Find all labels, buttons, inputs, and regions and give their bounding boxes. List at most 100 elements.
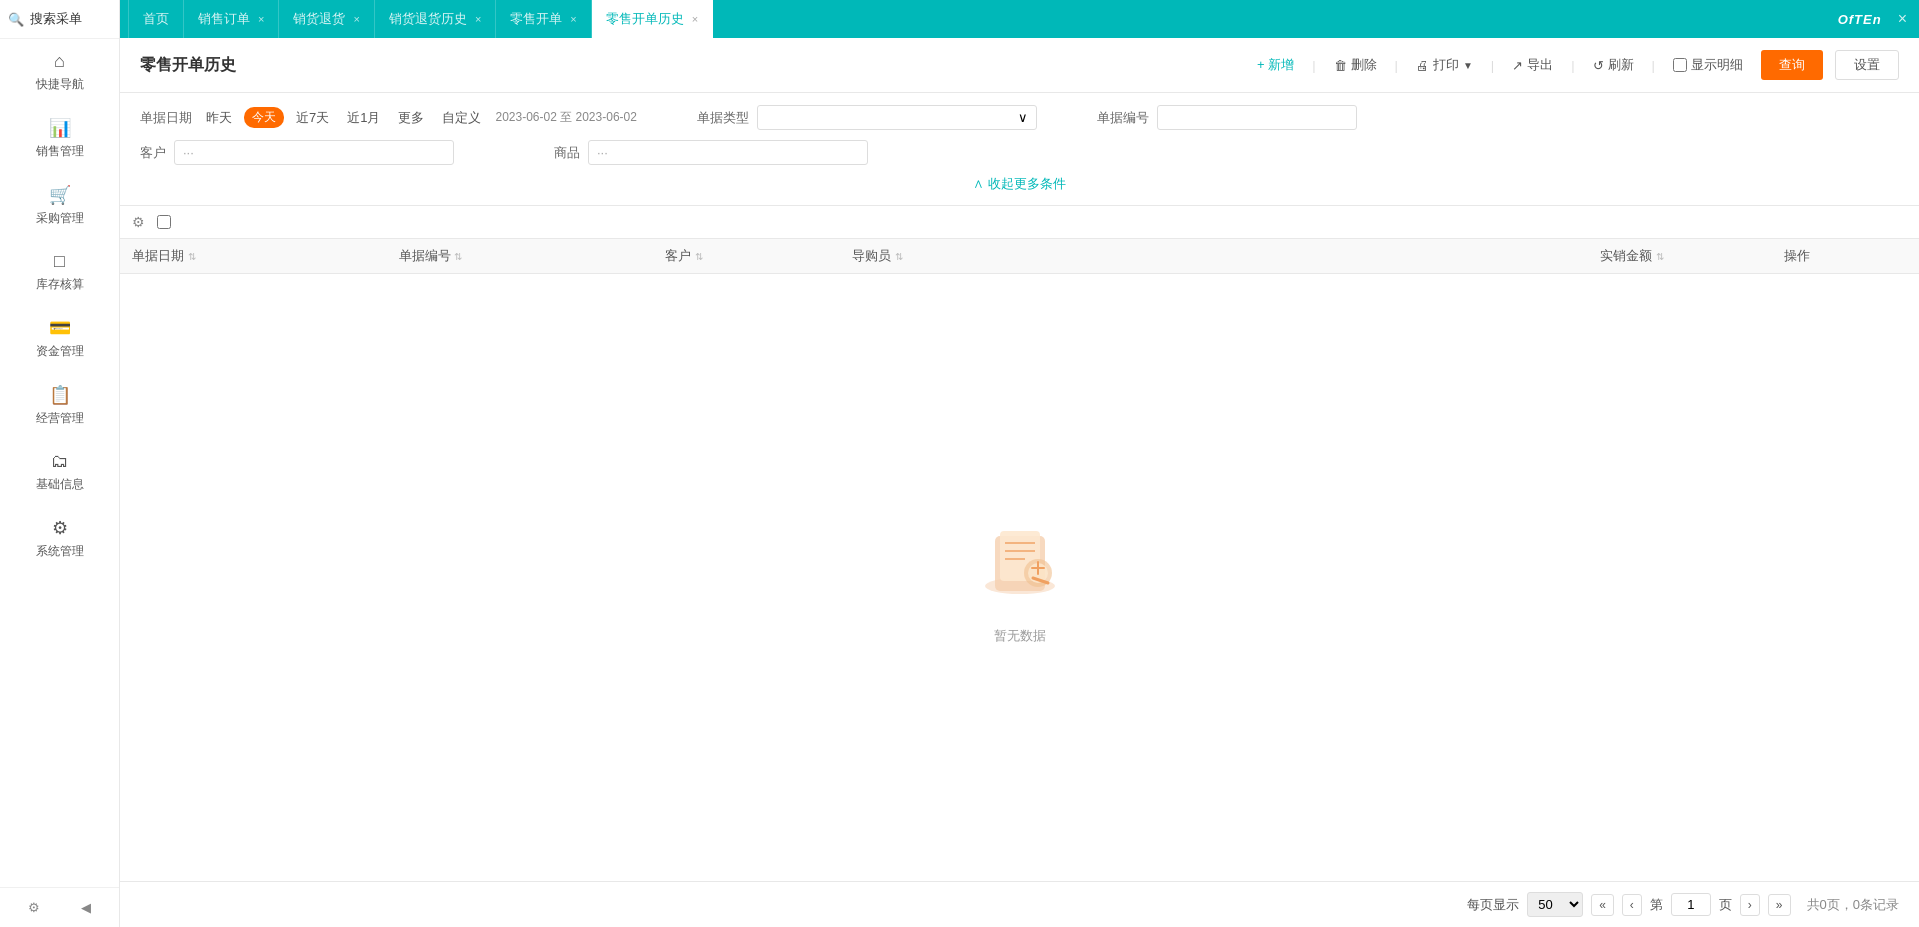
collapse-sidebar-icon[interactable]: ◀ [81, 900, 91, 915]
filter-type-select[interactable]: ∨ [757, 105, 1037, 130]
sidebar-search[interactable]: 🔍 搜索采单 [0, 0, 119, 39]
sidebar-item-label: 采购管理 [36, 210, 84, 227]
sidebar-item-label: 系统管理 [36, 543, 84, 560]
date-opt-1month[interactable]: 近1月 [341, 107, 386, 129]
filter-customer-label: 客户 [140, 144, 166, 162]
total-info: 共0页，0条记录 [1807, 896, 1899, 914]
page-title: 零售开单历史 [140, 55, 236, 76]
sidebar-item-label: 库存核算 [36, 276, 84, 293]
filter-row-1: 单据日期 昨天 今天 近7天 近1月 更多 自定义 2023-06-02 至 2… [140, 105, 1899, 130]
pagination: 每页显示 50 20 100 « ‹ 第 页 › » 共0页，0条记录 [120, 881, 1919, 927]
sys-icon: ⚙ [52, 517, 68, 539]
tab-sales-return-label: 销货退货 [293, 10, 345, 28]
window-close-button[interactable]: × [1894, 10, 1911, 28]
sort-number-icon[interactable]: ⇅ [454, 251, 462, 262]
first-page-button[interactable]: « [1591, 894, 1614, 916]
tab-sales-order[interactable]: 销售订单 × [184, 0, 279, 38]
date-opt-custom[interactable]: 自定义 [436, 107, 487, 129]
filter-goods-select[interactable]: ··· [588, 140, 868, 165]
sidebar-item-label: 快捷导航 [36, 76, 84, 93]
filter-customer-select[interactable]: ··· [174, 140, 454, 165]
sidebar: 🔍 搜索采单 ⌂ 快捷导航 📊 销售管理 🛒 采购管理 □ 库存核算 💳 资金管… [0, 0, 120, 927]
col-amount: 实销金额 ⇅ [1067, 239, 1675, 274]
setting-button[interactable]: 设置 [1835, 50, 1899, 80]
prev-page-button[interactable]: ‹ [1622, 894, 1642, 916]
print-button[interactable]: 🖨 打印 ▼ [1410, 52, 1479, 78]
tab-retail-open[interactable]: 零售开单 × [496, 0, 591, 38]
date-opt-7days[interactable]: 近7天 [290, 107, 335, 129]
date-opt-today[interactable]: 今天 [244, 107, 284, 128]
empty-text: 暂无数据 [994, 627, 1046, 645]
tab-sales-return[interactable]: 销货退货 × [279, 0, 374, 38]
col-action: 操作 [1676, 239, 1919, 274]
nav-right: OfTEn × [1838, 10, 1911, 28]
sort-amount-icon[interactable]: ⇅ [1656, 251, 1664, 262]
filter-goods-dots: ··· [597, 145, 608, 160]
add-button[interactable]: + 新增 [1251, 52, 1300, 78]
sales-icon: 📊 [49, 117, 71, 139]
content: 零售开单历史 + 新增 | 🗑 删除 | 🖨 打印 ▼ | ↗ 导出 [120, 38, 1919, 927]
sort-guide-icon[interactable]: ⇅ [895, 251, 903, 262]
sidebar-item-purchase-mgmt[interactable]: 🛒 采购管理 [0, 172, 119, 239]
tab-retail-open-history[interactable]: 零售开单历史 × [592, 0, 713, 38]
sidebar-item-label: 销售管理 [36, 143, 84, 160]
display-checkbox[interactable] [1673, 58, 1687, 72]
last-page-button[interactable]: » [1768, 894, 1791, 916]
tab-retail-open-label: 零售开单 [510, 10, 562, 28]
tab-sales-order-close[interactable]: × [258, 13, 264, 25]
tab-retail-open-history-close[interactable]: × [692, 13, 698, 25]
sidebar-item-operations[interactable]: 📋 经营管理 [0, 372, 119, 439]
filter-number-field: 单据编号 [1097, 105, 1357, 130]
sidebar-item-basic-info[interactable]: 🗂 基础信息 [0, 439, 119, 505]
per-page-select[interactable]: 50 20 100 [1527, 892, 1583, 917]
export-button[interactable]: ↗ 导出 [1506, 52, 1559, 78]
tab-home[interactable]: 首页 [128, 0, 184, 38]
display-button[interactable]: 显示明细 [1667, 52, 1749, 78]
tab-sales-return-history-close[interactable]: × [475, 13, 481, 25]
tab-sales-return-history[interactable]: 销货退货历史 × [375, 0, 496, 38]
refresh-button[interactable]: ↺ 刷新 [1587, 52, 1640, 78]
filter-date-label: 单据日期 [140, 109, 192, 127]
settings-icon[interactable]: ⚙ [28, 900, 40, 915]
col-customer-label: 客户 [665, 248, 691, 263]
page-number-input[interactable] [1671, 893, 1711, 916]
tab-retail-open-close[interactable]: × [570, 13, 576, 25]
print-icon: 🖨 [1416, 58, 1429, 73]
filter-type-label: 单据类型 [697, 109, 749, 127]
page-label: 第 [1650, 896, 1663, 914]
tab-sales-return-close[interactable]: × [353, 13, 359, 25]
col-guide: 导购员 ⇅ [840, 239, 1067, 274]
date-opt-more[interactable]: 更多 [392, 107, 430, 129]
filter-number-input[interactable] [1157, 105, 1357, 130]
table-container: ⚙ 单据日期 ⇅ 单据编号 ⇅ 客户 [120, 206, 1919, 881]
sidebar-item-label: 基础信息 [36, 476, 84, 493]
filter-customer-field: 客户 ··· [140, 140, 454, 165]
table-settings-icon[interactable]: ⚙ [132, 214, 145, 230]
filter-customer-dots: ··· [183, 145, 194, 160]
next-page-button[interactable]: › [1740, 894, 1760, 916]
sort-customer-icon[interactable]: ⇅ [695, 251, 703, 262]
sidebar-item-sales-mgmt[interactable]: 📊 销售管理 [0, 105, 119, 172]
delete-button[interactable]: 🗑 删除 [1328, 52, 1383, 78]
col-action-label: 操作 [1784, 248, 1810, 263]
filter-row-2: 客户 ··· 商品 ··· [140, 140, 1899, 165]
query-button[interactable]: 查询 [1761, 50, 1823, 80]
filter-goods-label: 商品 [554, 144, 580, 162]
col-amount-label: 实销金额 [1600, 248, 1652, 263]
sidebar-item-sys-mgmt[interactable]: ⚙ 系统管理 [0, 505, 119, 572]
empty-state: 暂无数据 [120, 274, 1919, 881]
empty-icon [970, 511, 1070, 611]
date-opt-yesterday[interactable]: 昨天 [200, 107, 238, 129]
sidebar-item-inventory[interactable]: □ 库存核算 [0, 239, 119, 305]
sidebar-item-finance[interactable]: 💳 资金管理 [0, 305, 119, 372]
sort-date-icon[interactable]: ⇅ [188, 251, 196, 262]
refresh-icon: ↺ [1593, 58, 1604, 73]
col-customer: 客户 ⇅ [653, 239, 840, 274]
col-date: 单据日期 ⇅ [120, 239, 387, 274]
toolbar: + 新增 | 🗑 删除 | 🖨 打印 ▼ | ↗ 导出 | [1251, 50, 1899, 80]
select-all-checkbox[interactable] [157, 215, 171, 229]
collapse-filter-button[interactable]: ∧ 收起更多条件 [140, 175, 1899, 193]
sidebar-item-quick-nav[interactable]: ⌂ 快捷导航 [0, 39, 119, 105]
export-icon: ↗ [1512, 58, 1523, 73]
operations-icon: 📋 [49, 384, 71, 406]
